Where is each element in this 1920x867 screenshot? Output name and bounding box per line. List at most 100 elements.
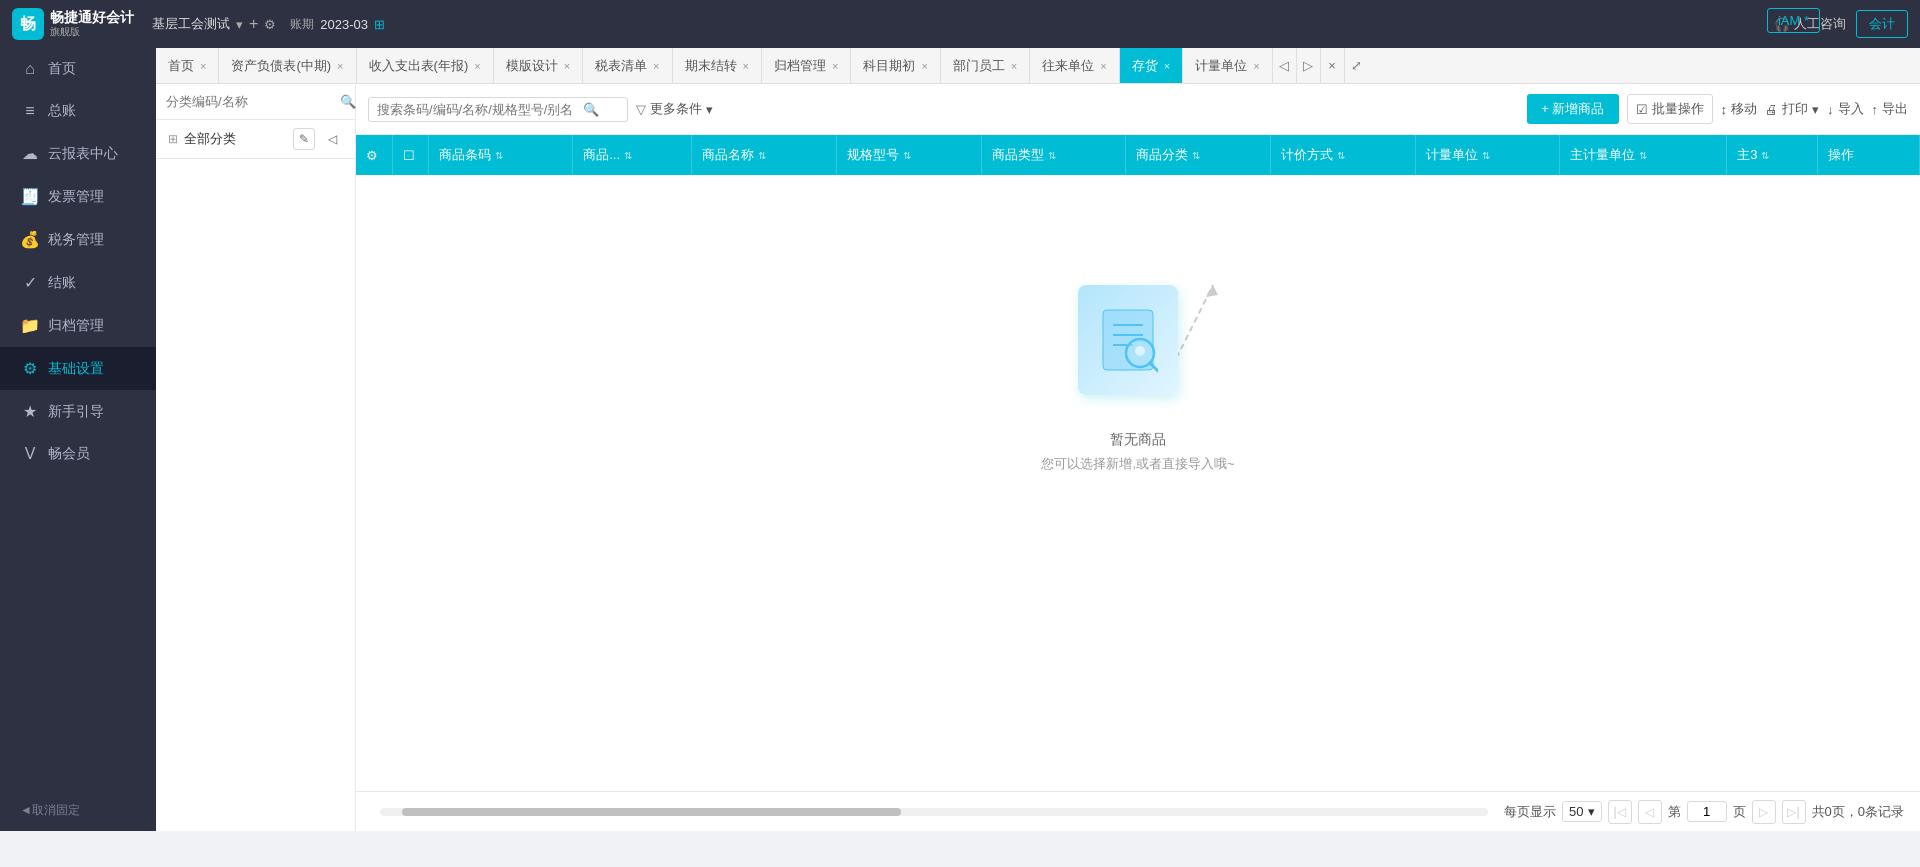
- tab-template-label: 模版设计: [506, 57, 558, 75]
- calendar-icon[interactable]: ⊞: [374, 17, 385, 32]
- tab-inventory-close[interactable]: ×: [1164, 60, 1170, 72]
- tab-partner[interactable]: 往来单位 ×: [1030, 48, 1119, 84]
- sidebar-item-basic[interactable]: ⚙ 基础设置: [0, 347, 156, 390]
- th-col3[interactable]: 主3 ⇅: [1727, 135, 1818, 175]
- sidebar-item-settlement[interactable]: ✓ 结账: [0, 261, 156, 304]
- tab-expand-btn[interactable]: ⤢: [1345, 48, 1369, 84]
- tab-taxreport[interactable]: 税表清单 ×: [583, 48, 672, 84]
- company-dropdown-icon[interactable]: ▾: [236, 17, 243, 32]
- print-button[interactable]: 🖨 打印 ▾: [1765, 100, 1819, 118]
- cloud-icon: ☁: [20, 144, 40, 163]
- category-collapse-btn[interactable]: ◁: [321, 128, 343, 150]
- tab-taxreport-close[interactable]: ×: [653, 60, 659, 72]
- sort-unit-icon: ⇅: [1482, 150, 1490, 161]
- add-product-button[interactable]: + 新增商品: [1527, 94, 1618, 124]
- import-button[interactable]: ↓ 导入: [1827, 100, 1864, 118]
- period-value: 2023-03: [320, 17, 368, 32]
- content-area: 首页 × 资产负债表(中期) × 收入支出表(年报) × 模版设计 × 税表清单…: [156, 48, 1920, 831]
- tab-period-end-label: 期末结转: [685, 57, 737, 75]
- page-first-btn[interactable]: |◁: [1608, 800, 1632, 824]
- product-search-icon[interactable]: 🔍: [583, 102, 599, 117]
- export-button[interactable]: ↑ 导出: [1872, 100, 1909, 118]
- th-spec-label: 规格型号: [847, 146, 899, 164]
- sidebar-unpin[interactable]: ◄取消固定: [0, 790, 156, 831]
- th-type[interactable]: 商品类型 ⇅: [981, 135, 1126, 175]
- th-checkbox[interactable]: ☐: [392, 135, 428, 175]
- kuaiji-button[interactable]: 会计: [1856, 10, 1908, 38]
- tab-archive-close[interactable]: ×: [832, 60, 838, 72]
- tab-next-btn[interactable]: ▷: [1297, 48, 1321, 84]
- app-name: 畅捷通好会计: [50, 9, 134, 26]
- sidebar-item-member[interactable]: V 畅会员: [0, 433, 156, 475]
- scrollbar-thumb[interactable]: [402, 808, 901, 816]
- tab-unit-close[interactable]: ×: [1253, 60, 1259, 72]
- sidebar-item-guide[interactable]: ★ 新手引导: [0, 390, 156, 433]
- tab-period-end[interactable]: 期末结转 ×: [673, 48, 762, 84]
- category-edit-btn[interactable]: ✎: [293, 128, 315, 150]
- th-price-method[interactable]: 计价方式 ⇅: [1270, 135, 1415, 175]
- all-category-label: 全部分类: [184, 130, 236, 148]
- page-last-btn[interactable]: ▷|: [1782, 800, 1806, 824]
- settings-icon[interactable]: ⚙: [264, 17, 276, 32]
- th-spec[interactable]: 规格型号 ⇅: [836, 135, 981, 175]
- sidebar-item-reports[interactable]: ☁ 云报表中心: [0, 132, 156, 175]
- add-company-icon[interactable]: +: [249, 15, 258, 33]
- period-label: 账期: [290, 16, 314, 33]
- th-main-unit[interactable]: 主计量单位 ⇅: [1560, 135, 1727, 175]
- tab-income[interactable]: 收入支出表(年报) ×: [357, 48, 494, 84]
- tab-template[interactable]: 模版设计 ×: [494, 48, 583, 84]
- tab-subject-close[interactable]: ×: [921, 60, 927, 72]
- tab-close-all-btn[interactable]: ×: [1321, 48, 1345, 84]
- pagination: 每页显示 50 ▾ |◁ ◁ 第 页 ▷ ▷| 共0页，0条记录: [1504, 800, 1904, 824]
- horizontal-scrollbar[interactable]: [380, 808, 1488, 816]
- tab-partner-close[interactable]: ×: [1100, 60, 1106, 72]
- iam-badge[interactable]: iAM *: [1767, 8, 1820, 33]
- tab-home[interactable]: 首页 ×: [156, 48, 219, 84]
- move-button[interactable]: ↕ 移动: [1721, 100, 1758, 118]
- tab-subject[interactable]: 科目期初 ×: [851, 48, 940, 84]
- page-suffix: 页: [1733, 803, 1746, 821]
- th-settings[interactable]: ⚙: [356, 135, 392, 175]
- invoice-icon: 🧾: [20, 187, 40, 206]
- tab-unit[interactable]: 计量单位 ×: [1183, 48, 1272, 84]
- more-filter-btn[interactable]: ▽ 更多条件 ▾: [636, 100, 713, 118]
- category-search-input[interactable]: [166, 94, 334, 109]
- sidebar-item-tax[interactable]: 💰 税务管理: [0, 218, 156, 261]
- tab-dept-close[interactable]: ×: [1011, 60, 1017, 72]
- tab-inventory[interactable]: 存货 ×: [1120, 48, 1183, 84]
- sort-code-icon: ⇅: [624, 150, 632, 161]
- th-code[interactable]: 商品... ⇅: [573, 135, 692, 175]
- page-size-value: 50: [1569, 804, 1583, 819]
- page-size-select[interactable]: 50 ▾: [1562, 801, 1601, 822]
- th-barcode[interactable]: 商品条码 ⇅: [428, 135, 573, 175]
- toolbar: 🔍 ▽ 更多条件 ▾ + 新增商品 ☑ 批量操作 ↕: [356, 84, 1920, 135]
- category-search-icon[interactable]: 🔍: [340, 94, 356, 109]
- batch-button[interactable]: ☑ 批量操作: [1627, 94, 1713, 124]
- tab-income-close[interactable]: ×: [474, 60, 480, 72]
- sidebar-item-invoice[interactable]: 🧾 发票管理: [0, 175, 156, 218]
- page-next-btn[interactable]: ▷: [1752, 800, 1776, 824]
- tab-home-close[interactable]: ×: [200, 60, 206, 72]
- bottom-bar: 每页显示 50 ▾ |◁ ◁ 第 页 ▷ ▷| 共0页，0条记录: [356, 791, 1920, 831]
- sidebar-item-ledger[interactable]: ≡ 总账: [0, 90, 156, 132]
- sort-main-unit-icon: ⇅: [1639, 150, 1647, 161]
- product-search-input[interactable]: [377, 102, 577, 117]
- th-unit[interactable]: 计量单位 ⇅: [1415, 135, 1560, 175]
- batch-icon: ☑: [1636, 102, 1648, 117]
- sidebar-item-home[interactable]: ⌂ 首页: [0, 48, 156, 90]
- th-category[interactable]: 商品分类 ⇅: [1126, 135, 1271, 175]
- header-checkbox[interactable]: ☐: [403, 148, 415, 163]
- tab-period-end-close[interactable]: ×: [743, 60, 749, 72]
- table-container[interactable]: ⚙ ☐ 商品条码 ⇅: [356, 135, 1920, 791]
- logo-text-area: 畅捷通好会计 旗舰版: [50, 9, 134, 40]
- tab-archive[interactable]: 归档管理 ×: [762, 48, 851, 84]
- tab-dept[interactable]: 部门员工 ×: [941, 48, 1030, 84]
- th-name[interactable]: 商品名称 ⇅: [692, 135, 837, 175]
- tab-balance[interactable]: 资产负债表(中期) ×: [219, 48, 356, 84]
- tab-balance-close[interactable]: ×: [337, 60, 343, 72]
- page-prev-btn[interactable]: ◁: [1638, 800, 1662, 824]
- tab-prev-btn[interactable]: ◁: [1273, 48, 1297, 84]
- sidebar-item-archive[interactable]: 📁 归档管理: [0, 304, 156, 347]
- page-input[interactable]: [1687, 801, 1727, 822]
- tab-template-close[interactable]: ×: [564, 60, 570, 72]
